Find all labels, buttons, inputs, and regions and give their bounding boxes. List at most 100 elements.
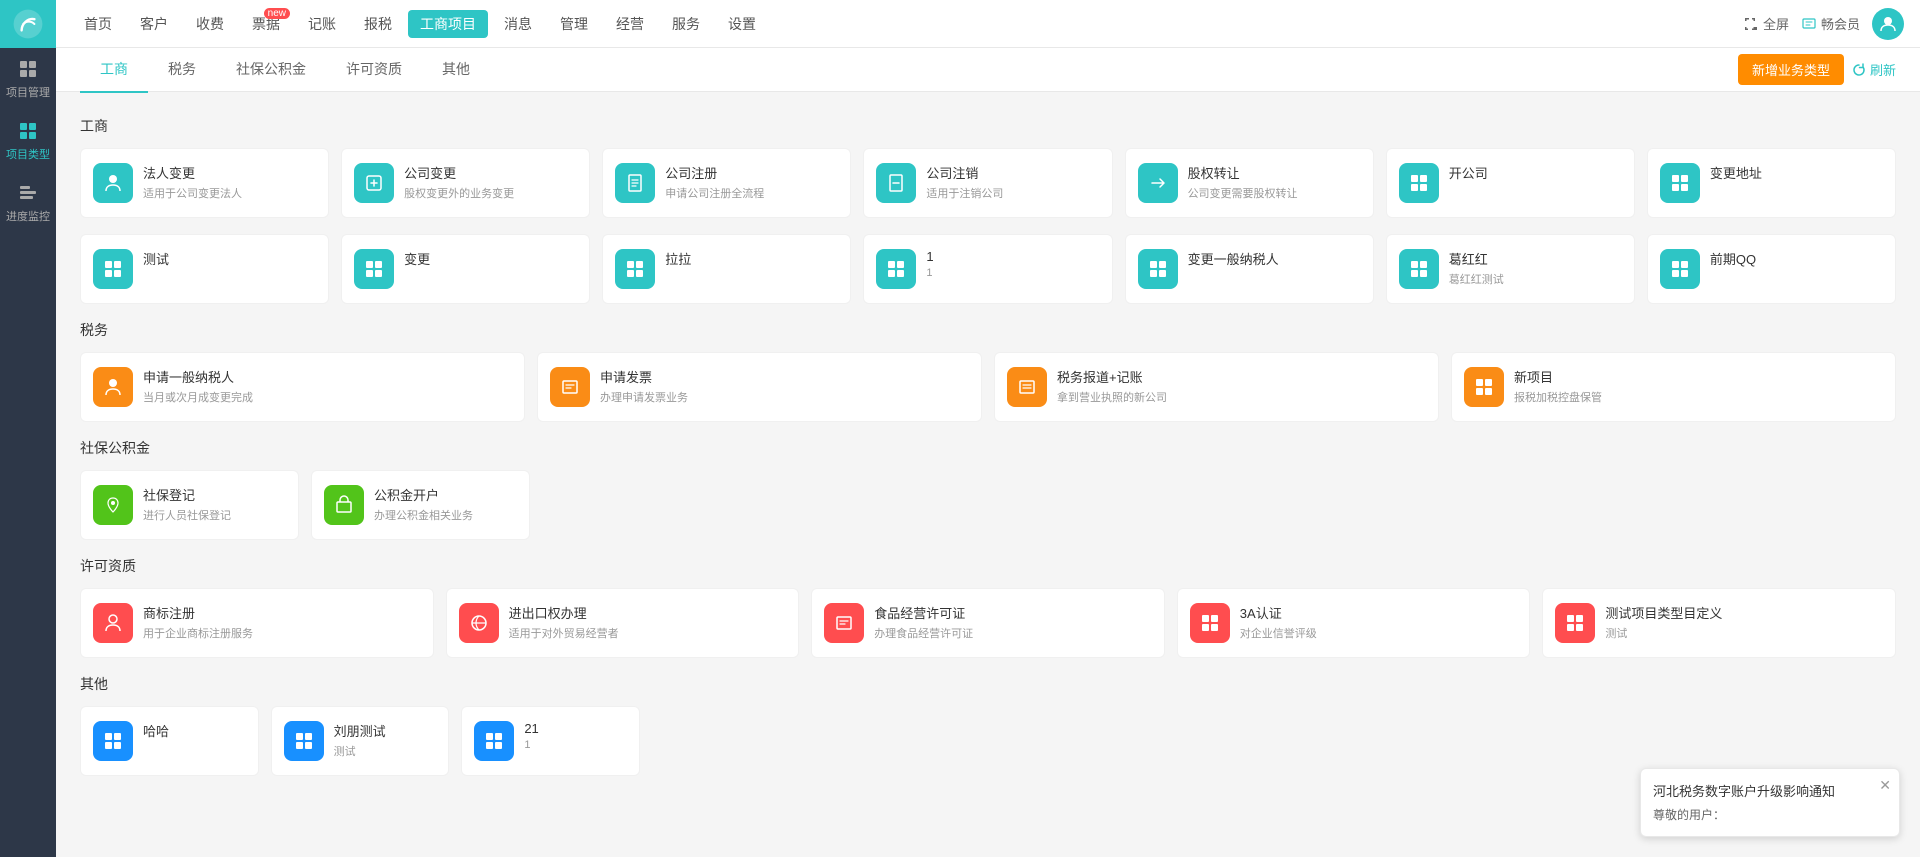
nav-operation[interactable]: 经营 bbox=[604, 10, 656, 38]
card-desc: 报税加税控盘保管 bbox=[1514, 389, 1883, 405]
card-change-address[interactable]: 变更地址 bbox=[1647, 148, 1896, 218]
nav-bill[interactable]: 票据 new bbox=[240, 10, 292, 38]
app-logo[interactable] bbox=[0, 0, 56, 48]
card-company-change[interactable]: 公司变更 股权变更外的业务变更 bbox=[341, 148, 590, 218]
card-icon-haha bbox=[93, 721, 133, 761]
tab-other[interactable]: 其他 bbox=[422, 47, 490, 93]
nav-home[interactable]: 首页 bbox=[72, 10, 124, 38]
card-legal-change[interactable]: 法人变更 适用于公司变更法人 bbox=[80, 148, 329, 218]
card-icon-qianqi bbox=[1660, 249, 1700, 289]
card-lala[interactable]: 拉拉 bbox=[602, 234, 851, 304]
card-import-export[interactable]: 进出口权办理 适用于对外贸易经营者 bbox=[446, 588, 800, 658]
card-name: 新项目 bbox=[1514, 367, 1883, 386]
sidebar-item-project-mgmt[interactable]: 项目管理 bbox=[0, 48, 56, 110]
card-21[interactable]: 21 1 bbox=[461, 706, 640, 776]
card-test-type[interactable]: 测试项目类型目定义 测试 bbox=[1542, 588, 1896, 658]
other-cards: 哈哈 刘朋测试 测试 21 1 bbox=[80, 706, 640, 776]
nav-customer[interactable]: 客户 bbox=[128, 10, 180, 38]
card-icon-legal-change bbox=[93, 163, 133, 203]
nav-bookkeeping[interactable]: 记账 bbox=[296, 10, 348, 38]
card-desc: 股权变更外的业务变更 bbox=[404, 185, 577, 201]
card-test[interactable]: 测试 bbox=[80, 234, 329, 304]
card-num1[interactable]: 1 1 bbox=[863, 234, 1112, 304]
user-avatar[interactable] bbox=[1872, 8, 1904, 40]
card-icon-21 bbox=[474, 721, 514, 761]
card-name: 变更地址 bbox=[1710, 163, 1883, 182]
tab-social-insurance[interactable]: 社保公积金 bbox=[216, 47, 326, 93]
tab-tax[interactable]: 税务 bbox=[148, 47, 216, 93]
notification-close-btn[interactable]: ✕ bbox=[1879, 777, 1891, 794]
nav-business[interactable]: 工商项目 bbox=[408, 10, 488, 38]
notification-popup: ✕ 河北税务数字账户升级影响通知 尊敬的用户： bbox=[1640, 768, 1900, 837]
card-haha[interactable]: 哈哈 bbox=[80, 706, 259, 776]
card-3a-cert[interactable]: 3A认证 对企业信誉评级 bbox=[1177, 588, 1531, 658]
nav-message[interactable]: 消息 bbox=[492, 10, 544, 38]
nav-fee[interactable]: 收费 bbox=[184, 10, 236, 38]
card-change-tax[interactable]: 变更一般纳税人 bbox=[1125, 234, 1374, 304]
card-name: 葛红红 bbox=[1449, 249, 1622, 268]
card-liupeng[interactable]: 刘朋测试 测试 bbox=[271, 706, 450, 776]
tab-license[interactable]: 许可资质 bbox=[326, 47, 422, 93]
fullscreen-btn[interactable]: 全屏 bbox=[1743, 14, 1789, 33]
card-desc: 适用于对外贸易经营者 bbox=[509, 625, 787, 641]
member-btn[interactable]: 畅会员 bbox=[1801, 14, 1860, 33]
card-qianqi[interactable]: 前期QQ bbox=[1647, 234, 1896, 304]
fullscreen-label: 全屏 bbox=[1763, 14, 1789, 33]
card-icon-tax-report bbox=[1007, 367, 1047, 407]
card-icon-open-company bbox=[1399, 163, 1439, 203]
section-tax-title: 税务 bbox=[80, 320, 1896, 340]
card-food-permit[interactable]: 食品经营许可证 办理食品经营许可证 bbox=[811, 588, 1165, 658]
card-icon-test-type bbox=[1555, 603, 1595, 643]
card-trademark[interactable]: 商标注册 用于企业商标注册服务 bbox=[80, 588, 434, 658]
business-cards-row2: 测试 变更 拉拉 bbox=[80, 234, 1896, 304]
bill-badge: new bbox=[264, 8, 290, 19]
card-name: 开公司 bbox=[1449, 163, 1622, 182]
card-desc: 公司变更需要股权转让 bbox=[1188, 185, 1361, 201]
card-name: 21 bbox=[524, 721, 627, 736]
sidebar-item-project-type[interactable]: 项目类型 bbox=[0, 110, 56, 172]
card-name: 法人变更 bbox=[143, 163, 316, 182]
top-nav-right: 全屏 畅会员 bbox=[1743, 8, 1904, 40]
card-desc: 办理食品经营许可证 bbox=[874, 625, 1152, 641]
nav-tax[interactable]: 报税 bbox=[352, 10, 404, 38]
card-company-cancel[interactable]: 公司注销 适用于注销公司 bbox=[863, 148, 1112, 218]
card-icon-apply-invoice bbox=[550, 367, 590, 407]
card-icon-apply-tax bbox=[93, 367, 133, 407]
tabs: 工商 税务 社保公积金 许可资质 其他 bbox=[80, 47, 490, 93]
nav-manage[interactable]: 管理 bbox=[548, 10, 600, 38]
card-icon-liupeng bbox=[284, 721, 324, 761]
nav-settings[interactable]: 设置 bbox=[716, 10, 768, 38]
card-desc: 适用于公司变更法人 bbox=[143, 185, 316, 201]
sidebar-item-label: 项目类型 bbox=[6, 146, 50, 162]
card-new-project[interactable]: 新项目 报税加税控盘保管 bbox=[1451, 352, 1896, 422]
nav-service[interactable]: 服务 bbox=[660, 10, 712, 38]
tab-business[interactable]: 工商 bbox=[80, 47, 148, 93]
content-area: 工商 法人变更 适用于公司变更法人 公司变更 股权变更外的业务变更 bbox=[56, 92, 1920, 808]
card-name: 进出口权办理 bbox=[509, 603, 787, 622]
card-apply-invoice[interactable]: 申请发票 办理申请发票业务 bbox=[537, 352, 982, 422]
refresh-button[interactable]: 刷新 bbox=[1852, 60, 1896, 79]
card-desc: 办理申请发票业务 bbox=[600, 389, 969, 405]
card-equity-transfer[interactable]: 股权转让 公司变更需要股权转让 bbox=[1125, 148, 1374, 218]
card-desc: 适用于注销公司 bbox=[926, 185, 1099, 201]
card-name: 食品经营许可证 bbox=[874, 603, 1152, 622]
card-icon-trademark bbox=[93, 603, 133, 643]
notification-title: 河北税务数字账户升级影响通知 bbox=[1653, 781, 1887, 800]
card-company-register[interactable]: 公司注册 申请公司注册全流程 bbox=[602, 148, 851, 218]
card-name: 哈哈 bbox=[143, 721, 246, 740]
member-label: 畅会员 bbox=[1821, 14, 1860, 33]
card-desc: 葛红红测试 bbox=[1449, 271, 1622, 287]
card-gehonghong[interactable]: 葛红红 葛红红测试 bbox=[1386, 234, 1635, 304]
card-desc: 1 bbox=[926, 267, 1099, 279]
section-license-title: 许可资质 bbox=[80, 556, 1896, 576]
card-name: 测试项目类型目定义 bbox=[1605, 603, 1883, 622]
card-tax-report[interactable]: 税务报道+记账 拿到营业执照的新公司 bbox=[994, 352, 1439, 422]
card-biangg[interactable]: 变更 bbox=[341, 234, 590, 304]
card-social-register[interactable]: 社保登记 进行人员社保登记 bbox=[80, 470, 299, 540]
card-fund-open[interactable]: 公积金开户 办理公积金相关业务 bbox=[311, 470, 530, 540]
card-open-company[interactable]: 开公司 bbox=[1386, 148, 1635, 218]
new-type-button[interactable]: 新增业务类型 bbox=[1738, 54, 1844, 85]
card-name: 公司变更 bbox=[404, 163, 577, 182]
card-apply-tax[interactable]: 申请一般纳税人 当月或次月成变更完成 bbox=[80, 352, 525, 422]
sidebar-item-progress[interactable]: 进度监控 bbox=[0, 172, 56, 234]
